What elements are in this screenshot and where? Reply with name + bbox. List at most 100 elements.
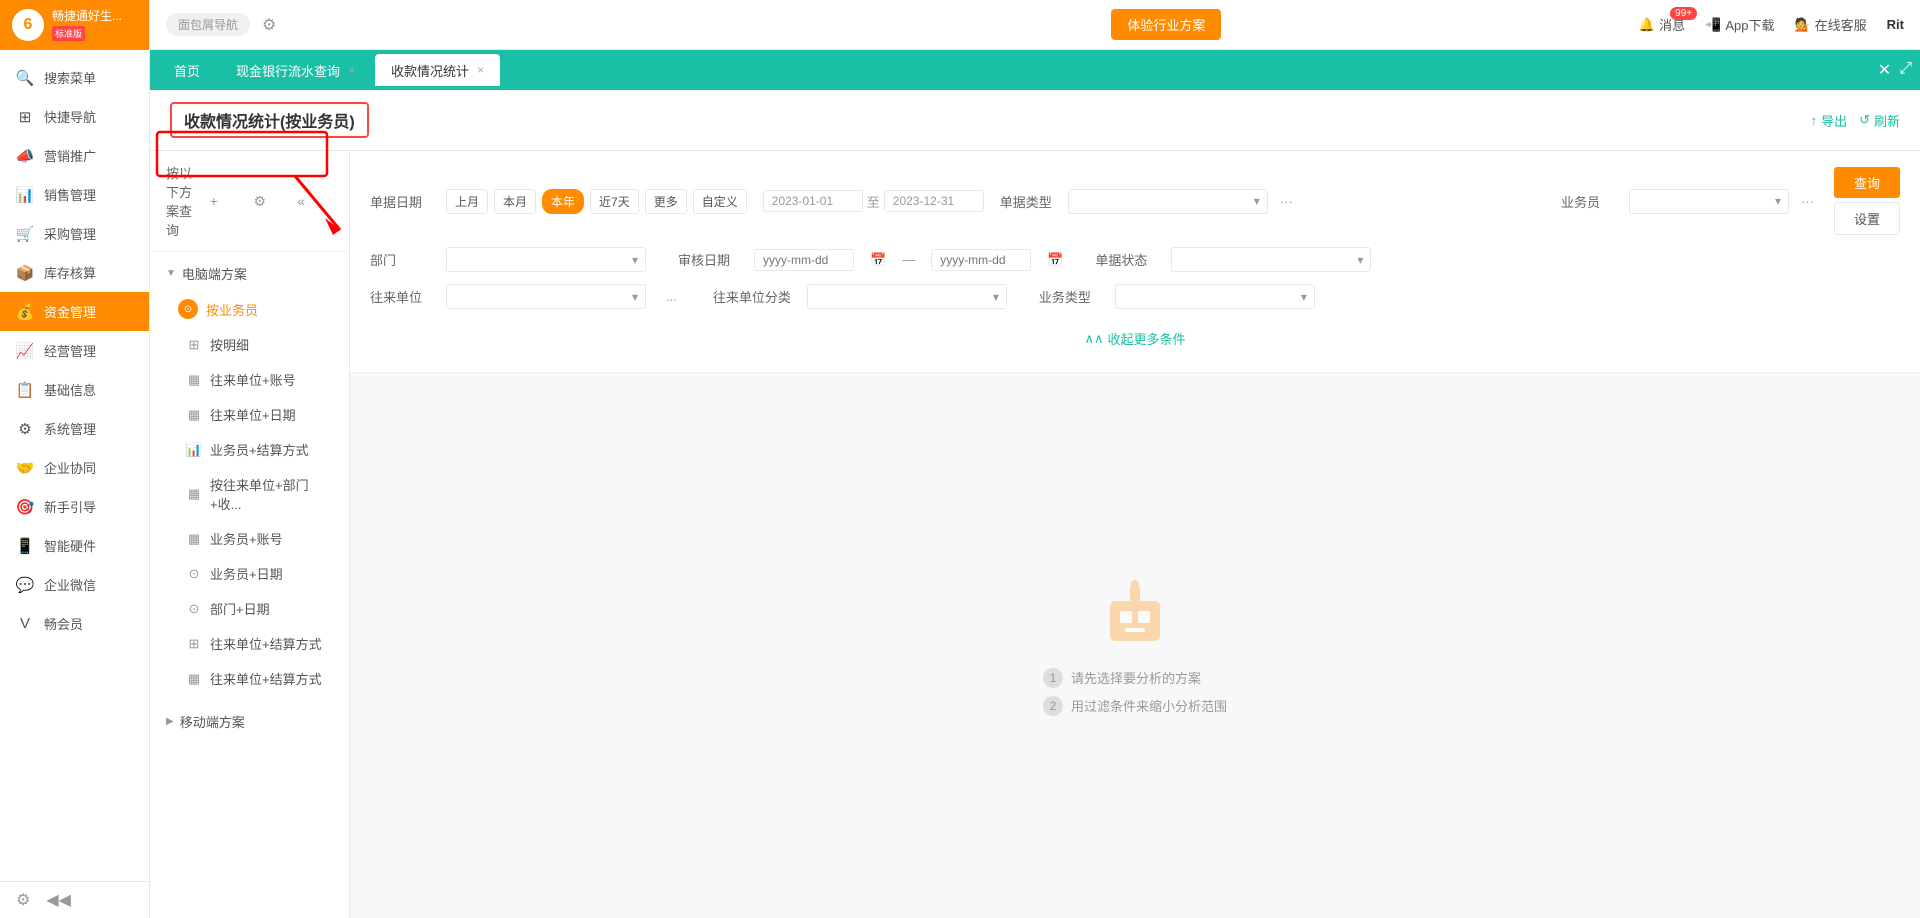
query-btn[interactable]: 查询: [1834, 167, 1900, 198]
notif-badge: 99+: [1670, 7, 1697, 20]
review-date-from[interactable]: [754, 249, 854, 271]
sidebar-item-purchase[interactable]: 🛒 采购管理: [0, 214, 149, 253]
tip-num-2: 2: [1043, 696, 1063, 716]
dept-select[interactable]: [446, 247, 646, 272]
date-custom[interactable]: 自定义: [693, 189, 747, 214]
scheme-unit-settle1[interactable]: ⊞ 往来单位+结算方式: [150, 626, 349, 661]
sidebar-item-finance[interactable]: 💰 资金管理: [0, 292, 149, 331]
scheme-settings-icon[interactable]: ⚙: [254, 193, 290, 210]
tab-home[interactable]: 首页: [158, 54, 216, 86]
sidebar-item-sales[interactable]: 📊 销售管理: [0, 175, 149, 214]
sidebar-item-member[interactable]: V 畅会员: [0, 604, 149, 643]
dept-select-wrapper: [446, 247, 646, 272]
date-range-group: 至: [763, 190, 984, 212]
review-date-cal-icon2[interactable]: 📅: [1047, 252, 1063, 268]
tab-bank-flow[interactable]: 现金银行流水查询 ×: [220, 54, 371, 86]
date-7days[interactable]: 近7天: [590, 189, 639, 214]
sidebar-settings-icon[interactable]: ⚙: [16, 890, 30, 910]
dept-date-icon: ⊙: [186, 601, 202, 617]
detail-icon: ⊞: [186, 337, 202, 353]
scheme-salesperson-account[interactable]: ▦ 业务员+账号: [150, 521, 349, 556]
salesperson-label: 业务员: [1561, 192, 1621, 211]
sidebar-item-basic-info[interactable]: 📋 基础信息: [0, 370, 149, 409]
sidebar-item-smart-hw[interactable]: 📱 智能硬件: [0, 526, 149, 565]
date-more[interactable]: 更多: [645, 189, 687, 214]
sidebar-logo: 6 畅捷通好生... 标准版: [0, 0, 149, 50]
sidebar-item-enterprise[interactable]: 🤝 企业协同: [0, 448, 149, 487]
salesperson-settle-icon: 📊: [186, 442, 202, 458]
scheme-unit-settle2[interactable]: ▦ 往来单位+结算方式: [150, 661, 349, 696]
date-from-input[interactable]: [763, 190, 863, 212]
salesperson-select[interactable]: [1629, 189, 1789, 214]
empty-tip-2: 2 用过滤条件来缩小分析范围: [1043, 696, 1227, 716]
voucher-status-select[interactable]: [1171, 247, 1371, 272]
scheme-unit-date[interactable]: ▦ 往来单位+日期: [150, 397, 349, 432]
tip-text-2: 用过滤条件来缩小分析范围: [1071, 696, 1227, 715]
scheme-unit-dept-collect[interactable]: ▦ 按往来单位+部门+收...: [150, 467, 349, 521]
sidebar-collapse-icon[interactable]: ◀◀: [46, 890, 71, 910]
scheme-by-detail[interactable]: ⊞ 按明细: [150, 327, 349, 362]
sidebar-item-label: 畅会员: [44, 614, 83, 633]
app-download-label: App下载: [1725, 15, 1774, 34]
tab-bank-flow-label: 现金银行流水查询: [236, 61, 340, 80]
add-scheme-icon[interactable]: +: [210, 193, 246, 209]
empty-illustration: [1095, 576, 1175, 656]
scheme-salesperson-settle[interactable]: 📊 业务员+结算方式: [150, 432, 349, 467]
sidebar-item-quick-nav[interactable]: ⊞ 快捷导航: [0, 97, 149, 136]
review-date-cal-icon1[interactable]: 📅: [870, 252, 886, 268]
mobile-schemes-label: 移动端方案: [180, 712, 245, 731]
date-this-month[interactable]: 本月: [494, 189, 536, 214]
salesperson-dots: ···: [1797, 194, 1818, 209]
unit-dept-icon: ▦: [186, 486, 202, 502]
online-service-area[interactable]: 💁 在线客服: [1794, 15, 1866, 34]
biz-type-label: 业务类型: [1039, 287, 1099, 306]
header-gear-icon[interactable]: ⚙: [262, 15, 276, 35]
tab-collection-stats-close[interactable]: ×: [477, 63, 484, 77]
sidebar-item-label: 企业微信: [44, 575, 96, 594]
tip-text-1: 请先选择要分析的方案: [1071, 668, 1201, 687]
query-action-group: 查询 设置: [1834, 167, 1900, 235]
sidebar-item-inventory[interactable]: 📦 库存核算: [0, 253, 149, 292]
user-name[interactable]: Rit: [1887, 17, 1904, 32]
trial-btn[interactable]: 体验行业方案: [1111, 9, 1221, 40]
notif-area[interactable]: 🔔 消息 99+: [1639, 15, 1685, 34]
scheme-unit-account[interactable]: ▦ 往来单位+账号: [150, 362, 349, 397]
date-this-year[interactable]: 本年: [542, 189, 584, 214]
refresh-btn[interactable]: ↺ 刷新: [1859, 111, 1900, 130]
tab-bank-flow-close[interactable]: ×: [348, 63, 355, 77]
partner-select[interactable]: [446, 284, 646, 309]
date-last-month[interactable]: 上月: [446, 189, 488, 214]
sidebar-item-label: 搜索菜单: [44, 68, 96, 87]
tab-collection-stats[interactable]: 收款情况统计 ×: [375, 54, 500, 86]
date-label: 单据日期: [370, 192, 430, 211]
mobile-schemes-header[interactable]: ▶ 移动端方案: [150, 704, 349, 739]
tab-expand-icon[interactable]: ⤢: [1899, 60, 1912, 80]
pc-schemes-header[interactable]: ▼ 电脑端方案: [150, 256, 349, 291]
sidebar-item-search-menu[interactable]: 🔍 搜索菜单: [0, 58, 149, 97]
sidebar-item-wechat[interactable]: 💬 企业微信: [0, 565, 149, 604]
scheme-dept-date[interactable]: ⊙ 部门+日期: [150, 591, 349, 626]
partner-category-select[interactable]: [807, 284, 1007, 309]
sidebar-item-system[interactable]: ⚙ 系统管理: [0, 409, 149, 448]
sidebar-item-marketing[interactable]: 📣 营销推广: [0, 136, 149, 175]
tab-close-window-icon[interactable]: ✕: [1878, 60, 1891, 80]
date-to-input[interactable]: [884, 190, 984, 212]
export-btn[interactable]: ↑ 导出: [1811, 111, 1848, 130]
biz-type-select[interactable]: [1115, 284, 1315, 309]
scheme-by-salesperson[interactable]: ⊙ 按业务员: [150, 291, 349, 327]
page-title-box: 收款情况统计(按业务员): [170, 102, 369, 138]
dept-label: 部门: [370, 250, 430, 269]
collapse-btn[interactable]: ∧∧ 收起更多条件: [370, 321, 1900, 356]
scheme-salesperson-date[interactable]: ⊙ 业务员+日期: [150, 556, 349, 591]
filter-settings-btn[interactable]: 设置: [1834, 202, 1900, 235]
review-date-label: 审核日期: [678, 250, 738, 269]
app-download-area[interactable]: 📲 App下载: [1705, 15, 1774, 34]
sidebar-item-beginner[interactable]: 🎯 新手引导: [0, 487, 149, 526]
scheme-collapse-icon[interactable]: «: [297, 193, 333, 209]
sidebar-item-label: 采购管理: [44, 224, 96, 243]
salesperson-date-icon: ⊙: [186, 566, 202, 582]
voucher-type-select[interactable]: [1068, 189, 1268, 214]
review-date-to[interactable]: [931, 249, 1031, 271]
sidebar-item-operations[interactable]: 📈 经营管理: [0, 331, 149, 370]
page-content: 收款情况统计(按业务员) ↑ 导出 ↺ 刷新 按以下方案查询 + ⚙: [150, 90, 1920, 918]
